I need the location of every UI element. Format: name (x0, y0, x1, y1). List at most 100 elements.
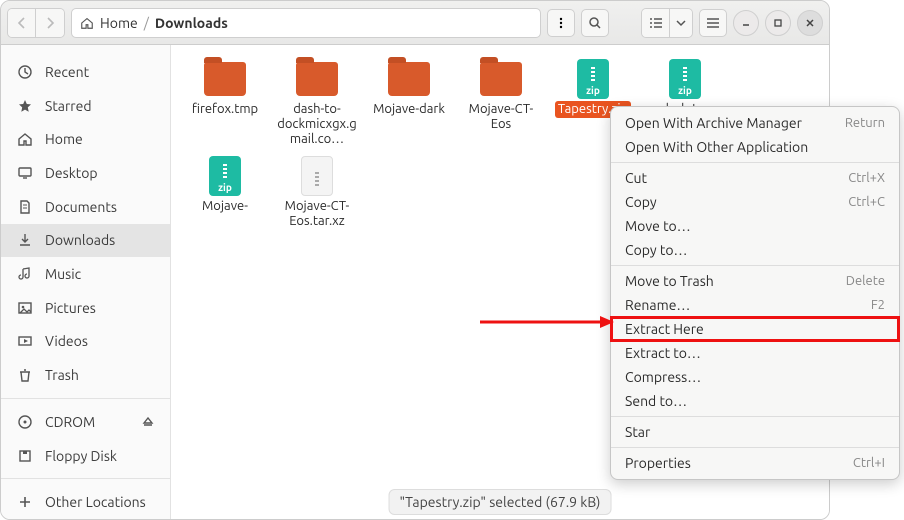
file-label: dash-to-dockmicxgx.gmail.co… (273, 101, 361, 148)
menu-shortcut: Return (845, 116, 885, 130)
breadcrumb[interactable]: Home / Downloads (71, 8, 541, 38)
list-view-button[interactable] (642, 9, 670, 37)
menu-shortcut: Ctrl+I (853, 456, 885, 470)
menu-item-move-to-[interactable]: Move to… (611, 214, 899, 238)
list-icon (649, 17, 663, 29)
menu-item-label: Send to… (625, 393, 687, 409)
eject-icon[interactable] (142, 414, 154, 430)
menu-separator (611, 447, 899, 448)
menu-separator (611, 416, 899, 417)
folder-icon (388, 62, 430, 96)
menu-item-label: Compress… (625, 369, 701, 385)
menu-item-label: Extract Here (625, 321, 704, 337)
menu-item-properties[interactable]: Properties Ctrl+I (611, 451, 899, 475)
sidebar-item-home[interactable]: Home (1, 122, 170, 156)
breadcrumb-home[interactable]: Home (100, 15, 138, 31)
sidebar-item-label: Desktop (45, 165, 98, 181)
menu-item-open-with-other-application[interactable]: Open With Other Application (611, 135, 899, 159)
file-item[interactable]: Mojave-dark (363, 55, 455, 152)
menu-item-label: Extract to… (625, 345, 701, 361)
sidebar-item-label: Recent (45, 64, 89, 80)
sidebar-item-label: CDROM (45, 414, 95, 430)
menu-shortcut: Ctrl+C (848, 195, 885, 209)
menu-item-label: Cut (625, 170, 647, 186)
close-button[interactable] (797, 10, 823, 36)
menu-shortcut: Ctrl+X (848, 171, 885, 185)
file-item[interactable]: Mojave-CT-Eos.tar.xz (271, 152, 363, 234)
sidebar-item-desktop[interactable]: Desktop (1, 156, 170, 190)
disc-icon (17, 414, 33, 430)
sidebar-item-other-locations[interactable]: Other Locations (1, 485, 170, 519)
sidebar-item-cdrom[interactable]: CDROM (1, 405, 170, 439)
music-icon (17, 266, 33, 282)
forward-button[interactable] (36, 9, 64, 37)
menu-item-cut[interactable]: Cut Ctrl+X (611, 166, 899, 190)
breadcrumb-separator: / (144, 15, 149, 31)
menu-shortcut: F2 (871, 298, 885, 312)
sidebar-item-floppy-disk[interactable]: Floppy Disk (1, 439, 170, 473)
file-label: Mojave-CT-Eos.tar.xz (273, 198, 361, 230)
folder-icon (204, 62, 246, 96)
zip-archive-icon: zip (669, 59, 701, 99)
menu-item-move-to-trash[interactable]: Move to Trash Delete (611, 269, 899, 293)
sidebar-item-trash[interactable]: Trash (1, 358, 170, 392)
file-item[interactable]: Mojave-CT-Eos (455, 55, 547, 152)
menu-item-label: Properties (625, 455, 691, 471)
titlebar: Home / Downloads (1, 1, 829, 45)
view-controls (641, 8, 693, 38)
sidebar-item-documents[interactable]: Documents (1, 190, 170, 224)
kebab-menu-button[interactable] (547, 9, 575, 37)
breadcrumb-current[interactable]: Downloads (155, 15, 228, 31)
search-icon (588, 16, 602, 30)
clock-icon (17, 64, 33, 80)
file-item[interactable]: dash-to-dockmicxgx.gmail.co… (271, 55, 363, 152)
download-icon (17, 232, 33, 248)
sidebar-item-videos[interactable]: Videos (1, 325, 170, 359)
sidebar-item-pictures[interactable]: Pictures (1, 291, 170, 325)
kebab-icon (555, 17, 567, 29)
sidebar-item-downloads[interactable]: Downloads (1, 224, 170, 258)
home-icon (17, 131, 33, 147)
menu-item-label: Move to Trash (625, 273, 714, 289)
sidebar-item-music[interactable]: Music (1, 257, 170, 291)
back-button[interactable] (8, 9, 36, 37)
menu-item-send-to-[interactable]: Send to… (611, 389, 899, 413)
close-icon (805, 18, 815, 28)
menu-item-rename-[interactable]: Rename… F2 (611, 293, 899, 317)
menu-item-label: Copy to… (625, 242, 687, 258)
menu-item-star[interactable]: Star (611, 420, 899, 444)
menu-item-extract-to-[interactable]: Extract to… (611, 341, 899, 365)
search-button[interactable] (581, 9, 609, 37)
minimize-button[interactable] (733, 10, 759, 36)
file-item[interactable]: zip Mojave- (179, 152, 271, 234)
menu-item-extract-here[interactable]: Extract Here (611, 317, 899, 341)
minimize-icon (741, 18, 751, 28)
file-item[interactable]: firefox.tmp (179, 55, 271, 152)
maximize-icon (773, 18, 783, 28)
status-bar: "Tapestry.zip" selected (67.9 kB) (389, 489, 612, 515)
xz-archive-icon (301, 156, 333, 196)
maximize-button[interactable] (765, 10, 791, 36)
sidebar-item-label: Floppy Disk (45, 448, 117, 464)
view-dropdown-button[interactable] (670, 9, 692, 37)
menu-item-label: Open With Archive Manager (625, 115, 802, 131)
star-icon (17, 98, 33, 114)
sidebar-item-recent[interactable]: Recent (1, 55, 170, 89)
folder-icon (480, 62, 522, 96)
sidebar-item-starred[interactable]: Starred (1, 89, 170, 123)
menu-item-compress-[interactable]: Compress… (611, 365, 899, 389)
menu-item-copy[interactable]: Copy Ctrl+C (611, 190, 899, 214)
menu-item-copy-to-[interactable]: Copy to… (611, 238, 899, 262)
menu-item-open-with-archive-manager[interactable]: Open With Archive Manager Return (611, 111, 899, 135)
file-label: Mojave- (199, 198, 251, 215)
doc-icon (17, 199, 33, 215)
pic-icon (17, 300, 33, 316)
window-controls (733, 10, 823, 36)
hamburger-menu-button[interactable] (699, 9, 727, 37)
chevron-right-icon (44, 17, 56, 29)
sidebar-item-label: Starred (45, 98, 92, 114)
hamburger-icon (706, 17, 720, 29)
sidebar-item-label: Trash (45, 367, 79, 383)
menu-item-label: Move to… (625, 218, 691, 234)
home-icon (80, 16, 94, 30)
